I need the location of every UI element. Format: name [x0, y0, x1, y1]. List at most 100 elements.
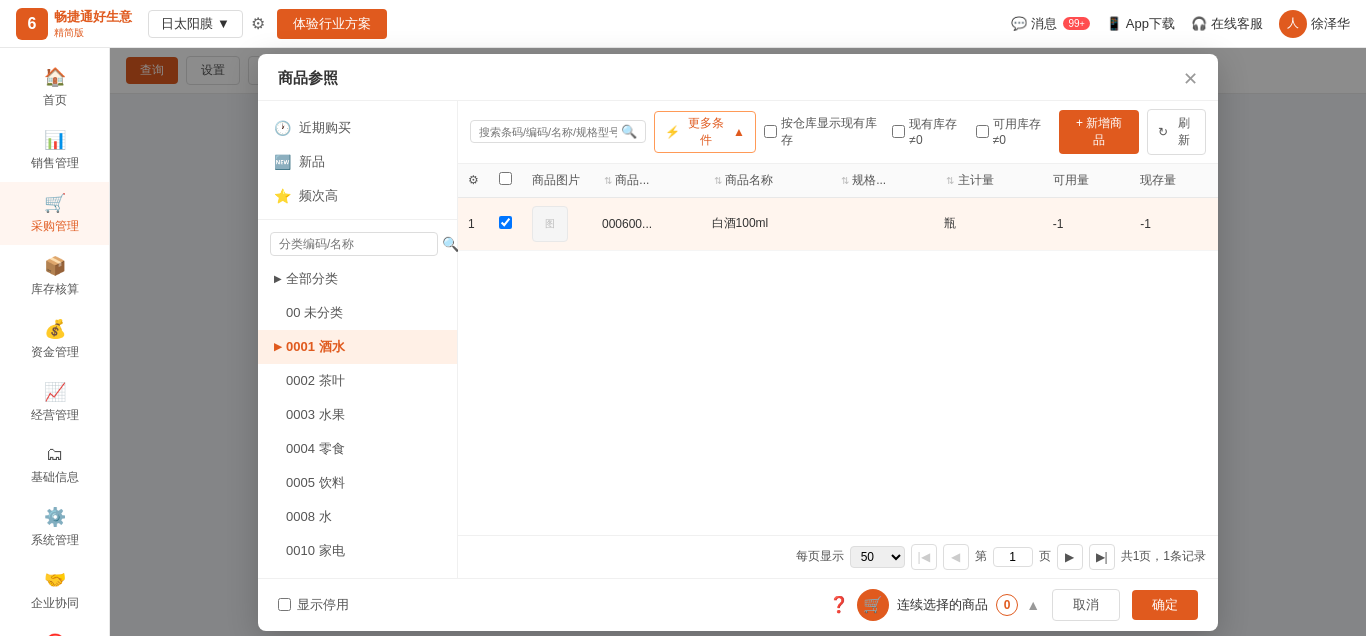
username-label: 徐泽华: [1311, 15, 1350, 33]
category-label: 00 未分类: [274, 304, 343, 322]
sort-icon: ⇅: [714, 175, 722, 186]
row-check[interactable]: [489, 197, 522, 250]
sort-icon: ⇅: [604, 175, 612, 186]
arrow-right-icon: ▶: [274, 341, 282, 352]
cancel-button[interactable]: 取消: [1052, 589, 1120, 621]
cart-button[interactable]: 🛒: [857, 589, 889, 621]
app-download-nav-item[interactable]: 📱 App下载: [1106, 15, 1175, 33]
product-search-input[interactable]: [479, 126, 617, 138]
col-check: [489, 164, 522, 198]
per-page-select[interactable]: 50 10 20 100: [850, 546, 905, 568]
category-search-button[interactable]: 🔍: [442, 236, 459, 252]
message-label: 消息: [1031, 15, 1057, 33]
row-num: 1: [458, 197, 489, 250]
first-page-button[interactable]: |◀: [911, 544, 937, 570]
nav-selector[interactable]: 日太阳膜 ▼: [148, 10, 243, 38]
sidebar-item-label: 销售管理: [31, 155, 79, 172]
sidebar-item-finance[interactable]: 💰 资金管理: [0, 308, 109, 371]
arrow-right-icon: ▶: [274, 273, 282, 284]
row-available: -1: [1043, 197, 1131, 250]
col-settings[interactable]: ⚙: [458, 164, 489, 198]
sidebar-item-enterprise[interactable]: 🤝 企业协同: [0, 559, 109, 622]
page-label: 第: [975, 548, 987, 565]
category-water[interactable]: 0008 水: [258, 500, 457, 534]
divider: [258, 219, 457, 220]
sidebar-item-purchase[interactable]: 🛒 采购管理: [0, 182, 109, 245]
category-appliance[interactable]: 0010 家电: [258, 534, 457, 568]
sidebar-item-system[interactable]: ⚙️ 系统管理: [0, 496, 109, 559]
page-input[interactable]: [993, 547, 1033, 567]
category-fruit[interactable]: 0003 水果: [258, 398, 457, 432]
operations-icon: 📈: [44, 381, 66, 403]
filter-more-button[interactable]: ⚡ 更多条件 ▲: [654, 111, 756, 153]
table-row[interactable]: 1 图 000600... 白酒100ml 瓶: [458, 197, 1218, 250]
product-search-field[interactable]: 🔍: [470, 120, 646, 143]
confirm-button[interactable]: 确定: [1132, 590, 1198, 620]
row-img: 图: [522, 197, 592, 250]
chevron-up-icon[interactable]: ▲: [1026, 597, 1040, 613]
category-label: 0010 家电: [274, 542, 345, 560]
row-stock: -1: [1130, 197, 1218, 250]
sidebar-item-basic-info[interactable]: 🗂 基础信息: [0, 434, 109, 496]
category-beverage[interactable]: 0005 饮料: [258, 466, 457, 500]
category-search-row: 🔍 《: [258, 226, 457, 262]
sales-icon: 📊: [44, 129, 66, 151]
next-page-button[interactable]: ▶: [1057, 544, 1083, 570]
sidebar-item-label: 库存核算: [31, 281, 79, 298]
category-alcohol[interactable]: ▶ 0001 酒水: [258, 330, 457, 364]
modal-footer: 显示停用 ❓ 🛒 连续选择的商品 0 ▲ 取消 确定: [258, 578, 1218, 631]
sidebar-item-guide[interactable]: 🎯 新手引导: [0, 622, 109, 636]
prev-page-button[interactable]: ◀: [943, 544, 969, 570]
sort-icon: ⇅: [946, 175, 954, 186]
show-disabled-checkbox[interactable]: [278, 598, 291, 611]
sidebar: 🏠 首页 📊 销售管理 🛒 采购管理 📦 库存核算 💰 资金管理 📈 经营管理 …: [0, 48, 110, 636]
gear-icon[interactable]: ⚙: [251, 14, 265, 33]
last-page-button[interactable]: ▶|: [1089, 544, 1115, 570]
category-tea[interactable]: 0002 茶叶: [258, 364, 457, 398]
refresh-product-button[interactable]: ↻ 刷新: [1147, 109, 1206, 155]
sidebar-item-operations[interactable]: 📈 经营管理: [0, 371, 109, 434]
high-freq-item[interactable]: ⭐ 频次高: [258, 179, 457, 213]
modal: 商品参照 ✕ 🕐 近期购买 🆕 新品: [258, 54, 1218, 631]
inventory-icon: 📦: [44, 255, 66, 277]
message-badge: 99+: [1063, 17, 1089, 30]
category-list: ▶ 全部分类 00 未分类 ▶ 0001 酒水 0002 茶: [258, 262, 457, 568]
recent-buy-item[interactable]: 🕐 近期购买: [258, 111, 457, 145]
nav-right: 💬 消息 99+ 📱 App下载 🎧 在线客服 人 徐泽华: [1011, 10, 1350, 38]
online-service-nav-item[interactable]: 🎧 在线客服: [1191, 15, 1263, 33]
available-stock-checkbox[interactable]: 现有库存≠0: [892, 116, 967, 147]
trial-button[interactable]: 体验行业方案: [277, 9, 387, 39]
col-unit: ⇅ 主计量: [934, 164, 1042, 198]
category-label: 0002 茶叶: [274, 372, 345, 390]
message-nav-item[interactable]: 💬 消息 99+: [1011, 15, 1089, 33]
cart-label: 连续选择的商品: [897, 596, 988, 614]
sidebar-item-label: 采购管理: [31, 218, 79, 235]
select-all-checkbox[interactable]: [499, 172, 512, 185]
sidebar-item-sales[interactable]: 📊 销售管理: [0, 119, 109, 182]
star-icon: ⭐: [274, 188, 291, 204]
chevron-up-icon: ▲: [733, 125, 745, 139]
close-icon[interactable]: ✕: [1183, 68, 1198, 90]
system-icon: ⚙️: [44, 506, 66, 528]
row-spec: [829, 197, 934, 250]
help-icon[interactable]: ❓: [829, 595, 849, 614]
add-product-button[interactable]: + 新增商品: [1059, 110, 1139, 154]
sidebar-item-home[interactable]: 🏠 首页: [0, 56, 109, 119]
category-search-input[interactable]: [270, 232, 438, 256]
category-label: 0001 酒水: [286, 338, 345, 356]
warehouse-display-checkbox[interactable]: 按仓库显示现有库存: [764, 115, 884, 149]
modal-left-panel: 🕐 近期购买 🆕 新品 ⭐ 频次高: [258, 101, 458, 578]
user-nav-item[interactable]: 人 徐泽华: [1279, 10, 1350, 38]
category-all[interactable]: ▶ 全部分类: [258, 262, 457, 296]
new-products-item[interactable]: 🆕 新品: [258, 145, 457, 179]
sidebar-item-label: 企业协同: [31, 595, 79, 612]
sidebar-item-inventory[interactable]: 📦 库存核算: [0, 245, 109, 308]
category-uncategorized[interactable]: 00 未分类: [258, 296, 457, 330]
nav-selector-text: 日太阳膜: [161, 15, 213, 33]
modal-overlay: 商品参照 ✕ 🕐 近期购买 🆕 新品: [110, 48, 1366, 636]
usable-stock-checkbox[interactable]: 可用库存≠0: [976, 116, 1051, 147]
sidebar-item-label: 经营管理: [31, 407, 79, 424]
category-label: 全部分类: [286, 270, 338, 288]
show-disabled-label[interactable]: 显示停用: [278, 596, 349, 614]
category-snack[interactable]: 0004 零食: [258, 432, 457, 466]
